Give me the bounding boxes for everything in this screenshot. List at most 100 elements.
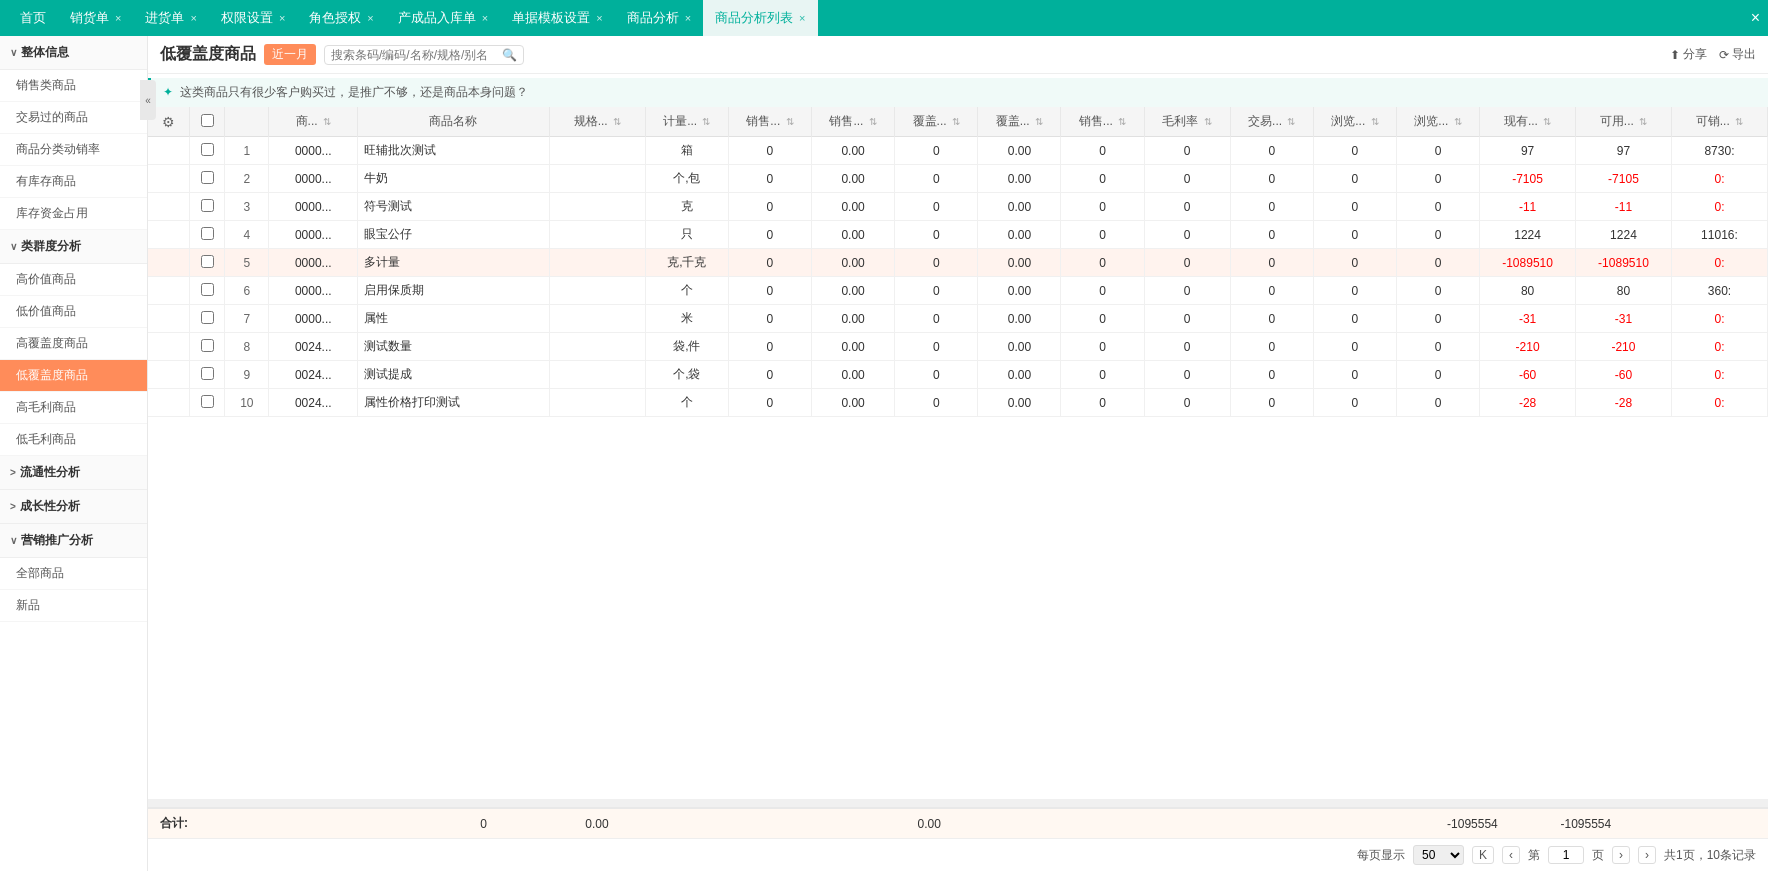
nav-tab-首页[interactable]: 首页 — [8, 0, 58, 36]
browse-link-3[interactable]: 0 — [1352, 228, 1359, 242]
nav-tab-产成品入库单[interactable]: 产成品入库单 × — [386, 0, 500, 36]
row-checkbox-0[interactable] — [201, 143, 214, 156]
sidebar-item-高覆盖度商品[interactable]: 高覆盖度商品 — [0, 328, 147, 360]
tab-close-icon[interactable]: × — [367, 12, 373, 24]
col-header-12[interactable]: 毛利率 ⇅ — [1144, 107, 1230, 137]
browse-link-8[interactable]: 0 — [1352, 368, 1359, 382]
cell-r8-c10: 0.00 — [978, 361, 1061, 389]
sidebar-section-营销推广分析[interactable]: ∨营销推广分析 — [0, 524, 147, 558]
next-page-button[interactable]: › — [1612, 846, 1630, 864]
select-all-checkbox[interactable] — [201, 114, 214, 127]
row-checkbox-7[interactable] — [201, 339, 214, 352]
nav-tab-商品分析[interactable]: 商品分析 × — [615, 0, 703, 36]
col-header-9[interactable]: 覆盖... ⇅ — [895, 107, 978, 137]
tab-close-icon[interactable]: × — [279, 12, 285, 24]
cell-r0-c5 — [549, 137, 645, 165]
sidebar-item-低毛利商品[interactable]: 低毛利商品 — [0, 424, 147, 456]
col-header-4[interactable]: 商品名称 — [358, 107, 550, 137]
period-button[interactable]: 近一月 — [264, 44, 316, 65]
col-header-13[interactable]: 交易... ⇅ — [1230, 107, 1313, 137]
browse-link-6[interactable]: 0 — [1352, 312, 1359, 326]
last-page-button[interactable]: › — [1638, 846, 1656, 864]
col-header-5[interactable]: 规格... ⇅ — [549, 107, 645, 137]
sidebar-item-低价值商品[interactable]: 低价值商品 — [0, 296, 147, 328]
browse-link-9[interactable]: 0 — [1352, 396, 1359, 410]
tab-close-icon[interactable]: × — [115, 12, 121, 24]
table-row: 60000...启用保质期个00.0000.00000008080360: — [148, 277, 1768, 305]
sidebar-section-成长性分析[interactable]: >成长性分析 — [0, 490, 147, 524]
tab-close-icon[interactable]: × — [482, 12, 488, 24]
page-number-input[interactable] — [1548, 846, 1584, 864]
tab-close-icon[interactable]: × — [685, 12, 691, 24]
sidebar-section-整体信息[interactable]: ∨整体信息 — [0, 36, 147, 70]
row-checkbox-4[interactable] — [201, 255, 214, 268]
browse-link-5[interactable]: 0 — [1352, 284, 1359, 298]
nav-tab-进货单[interactable]: 进货单 × — [133, 0, 208, 36]
share-button[interactable]: ⬆ 分享 — [1670, 46, 1707, 63]
col-header-16[interactable]: 现有... ⇅ — [1480, 107, 1576, 137]
row-checkbox-5[interactable] — [201, 283, 214, 296]
tab-close-icon[interactable]: × — [596, 12, 602, 24]
sidebar-item-有库存商品[interactable]: 有库存商品 — [0, 166, 147, 198]
col-header-17[interactable]: 可用... ⇅ — [1576, 107, 1672, 137]
col-header-10[interactable]: 覆盖... ⇅ — [978, 107, 1061, 137]
sidebar-collapse-button[interactable]: « — [140, 80, 156, 120]
row-checkbox-9[interactable] — [201, 395, 214, 408]
sidebar-item-库存资金占用[interactable]: 库存资金占用 — [0, 198, 147, 230]
col-header-8[interactable]: 销售... ⇅ — [812, 107, 895, 137]
browse-link-2[interactable]: 0 — [1352, 200, 1359, 214]
sidebar-item-全部商品[interactable]: 全部商品 — [0, 558, 147, 590]
nav-tab-商品分析列表[interactable]: 商品分析列表 × — [703, 0, 817, 36]
browse-link-4[interactable]: 0 — [1352, 256, 1359, 270]
nav-tab-单据模板设置[interactable]: 单据模板设置 × — [500, 0, 614, 36]
browse-link-1[interactable]: 0 — [1352, 172, 1359, 186]
close-all-tabs-button[interactable]: × — [1751, 9, 1760, 27]
tab-close-icon[interactable]: × — [190, 12, 196, 24]
sidebar-section-流通性分析[interactable]: >流通性分析 — [0, 456, 147, 490]
sidebar-item-交易过的商品[interactable]: 交易过的商品 — [0, 102, 147, 134]
sidebar-section-类群度分析[interactable]: ∨类群度分析 — [0, 230, 147, 264]
tab-close-icon[interactable]: × — [799, 12, 805, 24]
cell-r4-c8: 0.00 — [812, 249, 895, 277]
col-header-6[interactable]: 计量... ⇅ — [645, 107, 728, 137]
cell-r1-c14: 0 — [1313, 165, 1396, 193]
row-checkbox-6[interactable] — [201, 311, 214, 324]
table-wrapper[interactable]: ⚙商... ⇅商品名称规格... ⇅计量... ⇅销售... ⇅销售... ⇅覆… — [148, 107, 1768, 799]
sidebar-item-商品分类动销率[interactable]: 商品分类动销率 — [0, 134, 147, 166]
sidebar-item-销售类商品[interactable]: 销售类商品 — [0, 70, 147, 102]
export-button[interactable]: ⟳ 导出 — [1719, 46, 1756, 63]
search-input[interactable] — [331, 48, 502, 62]
cell-r3-c9: 0 — [895, 221, 978, 249]
row-checkbox-2[interactable] — [201, 199, 214, 212]
row-checkbox-1[interactable] — [201, 171, 214, 184]
cell-r8-c15: 0 — [1396, 361, 1479, 389]
page-size-select[interactable]: 50100200 — [1413, 845, 1464, 865]
sidebar-item-高毛利商品[interactable]: 高毛利商品 — [0, 392, 147, 424]
browse-link-7[interactable]: 0 — [1352, 340, 1359, 354]
cell-r2-c3: 0000... — [269, 193, 358, 221]
nav-tab-角色授权[interactable]: 角色授权 × — [297, 0, 385, 36]
cell-r9-c18: 0: — [1671, 389, 1767, 417]
nav-tab-销货单[interactable]: 销货单 × — [58, 0, 133, 36]
col-header-18[interactable]: 可销... ⇅ — [1671, 107, 1767, 137]
col-header-3[interactable]: 商... ⇅ — [269, 107, 358, 137]
col-header-15[interactable]: 浏览... ⇅ — [1396, 107, 1479, 137]
settings-icon[interactable]: ⚙ — [162, 114, 175, 130]
sidebar-item-低覆盖度商品[interactable]: 低覆盖度商品 — [0, 360, 147, 392]
col-header-11[interactable]: 销售... ⇅ — [1061, 107, 1144, 137]
col-header-7[interactable]: 销售... ⇅ — [728, 107, 811, 137]
sidebar-item-新品[interactable]: 新品 — [0, 590, 147, 622]
cell-r5-c5 — [549, 277, 645, 305]
cell-r0-c15: 0 — [1396, 137, 1479, 165]
first-page-button[interactable]: K — [1472, 846, 1494, 864]
browse-link-0[interactable]: 0 — [1352, 144, 1359, 158]
horizontal-scrollbar[interactable] — [148, 799, 1768, 807]
nav-tab-权限设置[interactable]: 权限设置 × — [209, 0, 297, 36]
row-checkbox-3[interactable] — [201, 227, 214, 240]
cell-r4-c7: 0 — [728, 249, 811, 277]
col-header-14[interactable]: 浏览... ⇅ — [1313, 107, 1396, 137]
sidebar-item-高价值商品[interactable]: 高价值商品 — [0, 264, 147, 296]
row-checkbox-8[interactable] — [201, 367, 214, 380]
cell-r8-c11: 0 — [1061, 361, 1144, 389]
prev-page-button[interactable]: ‹ — [1502, 846, 1520, 864]
